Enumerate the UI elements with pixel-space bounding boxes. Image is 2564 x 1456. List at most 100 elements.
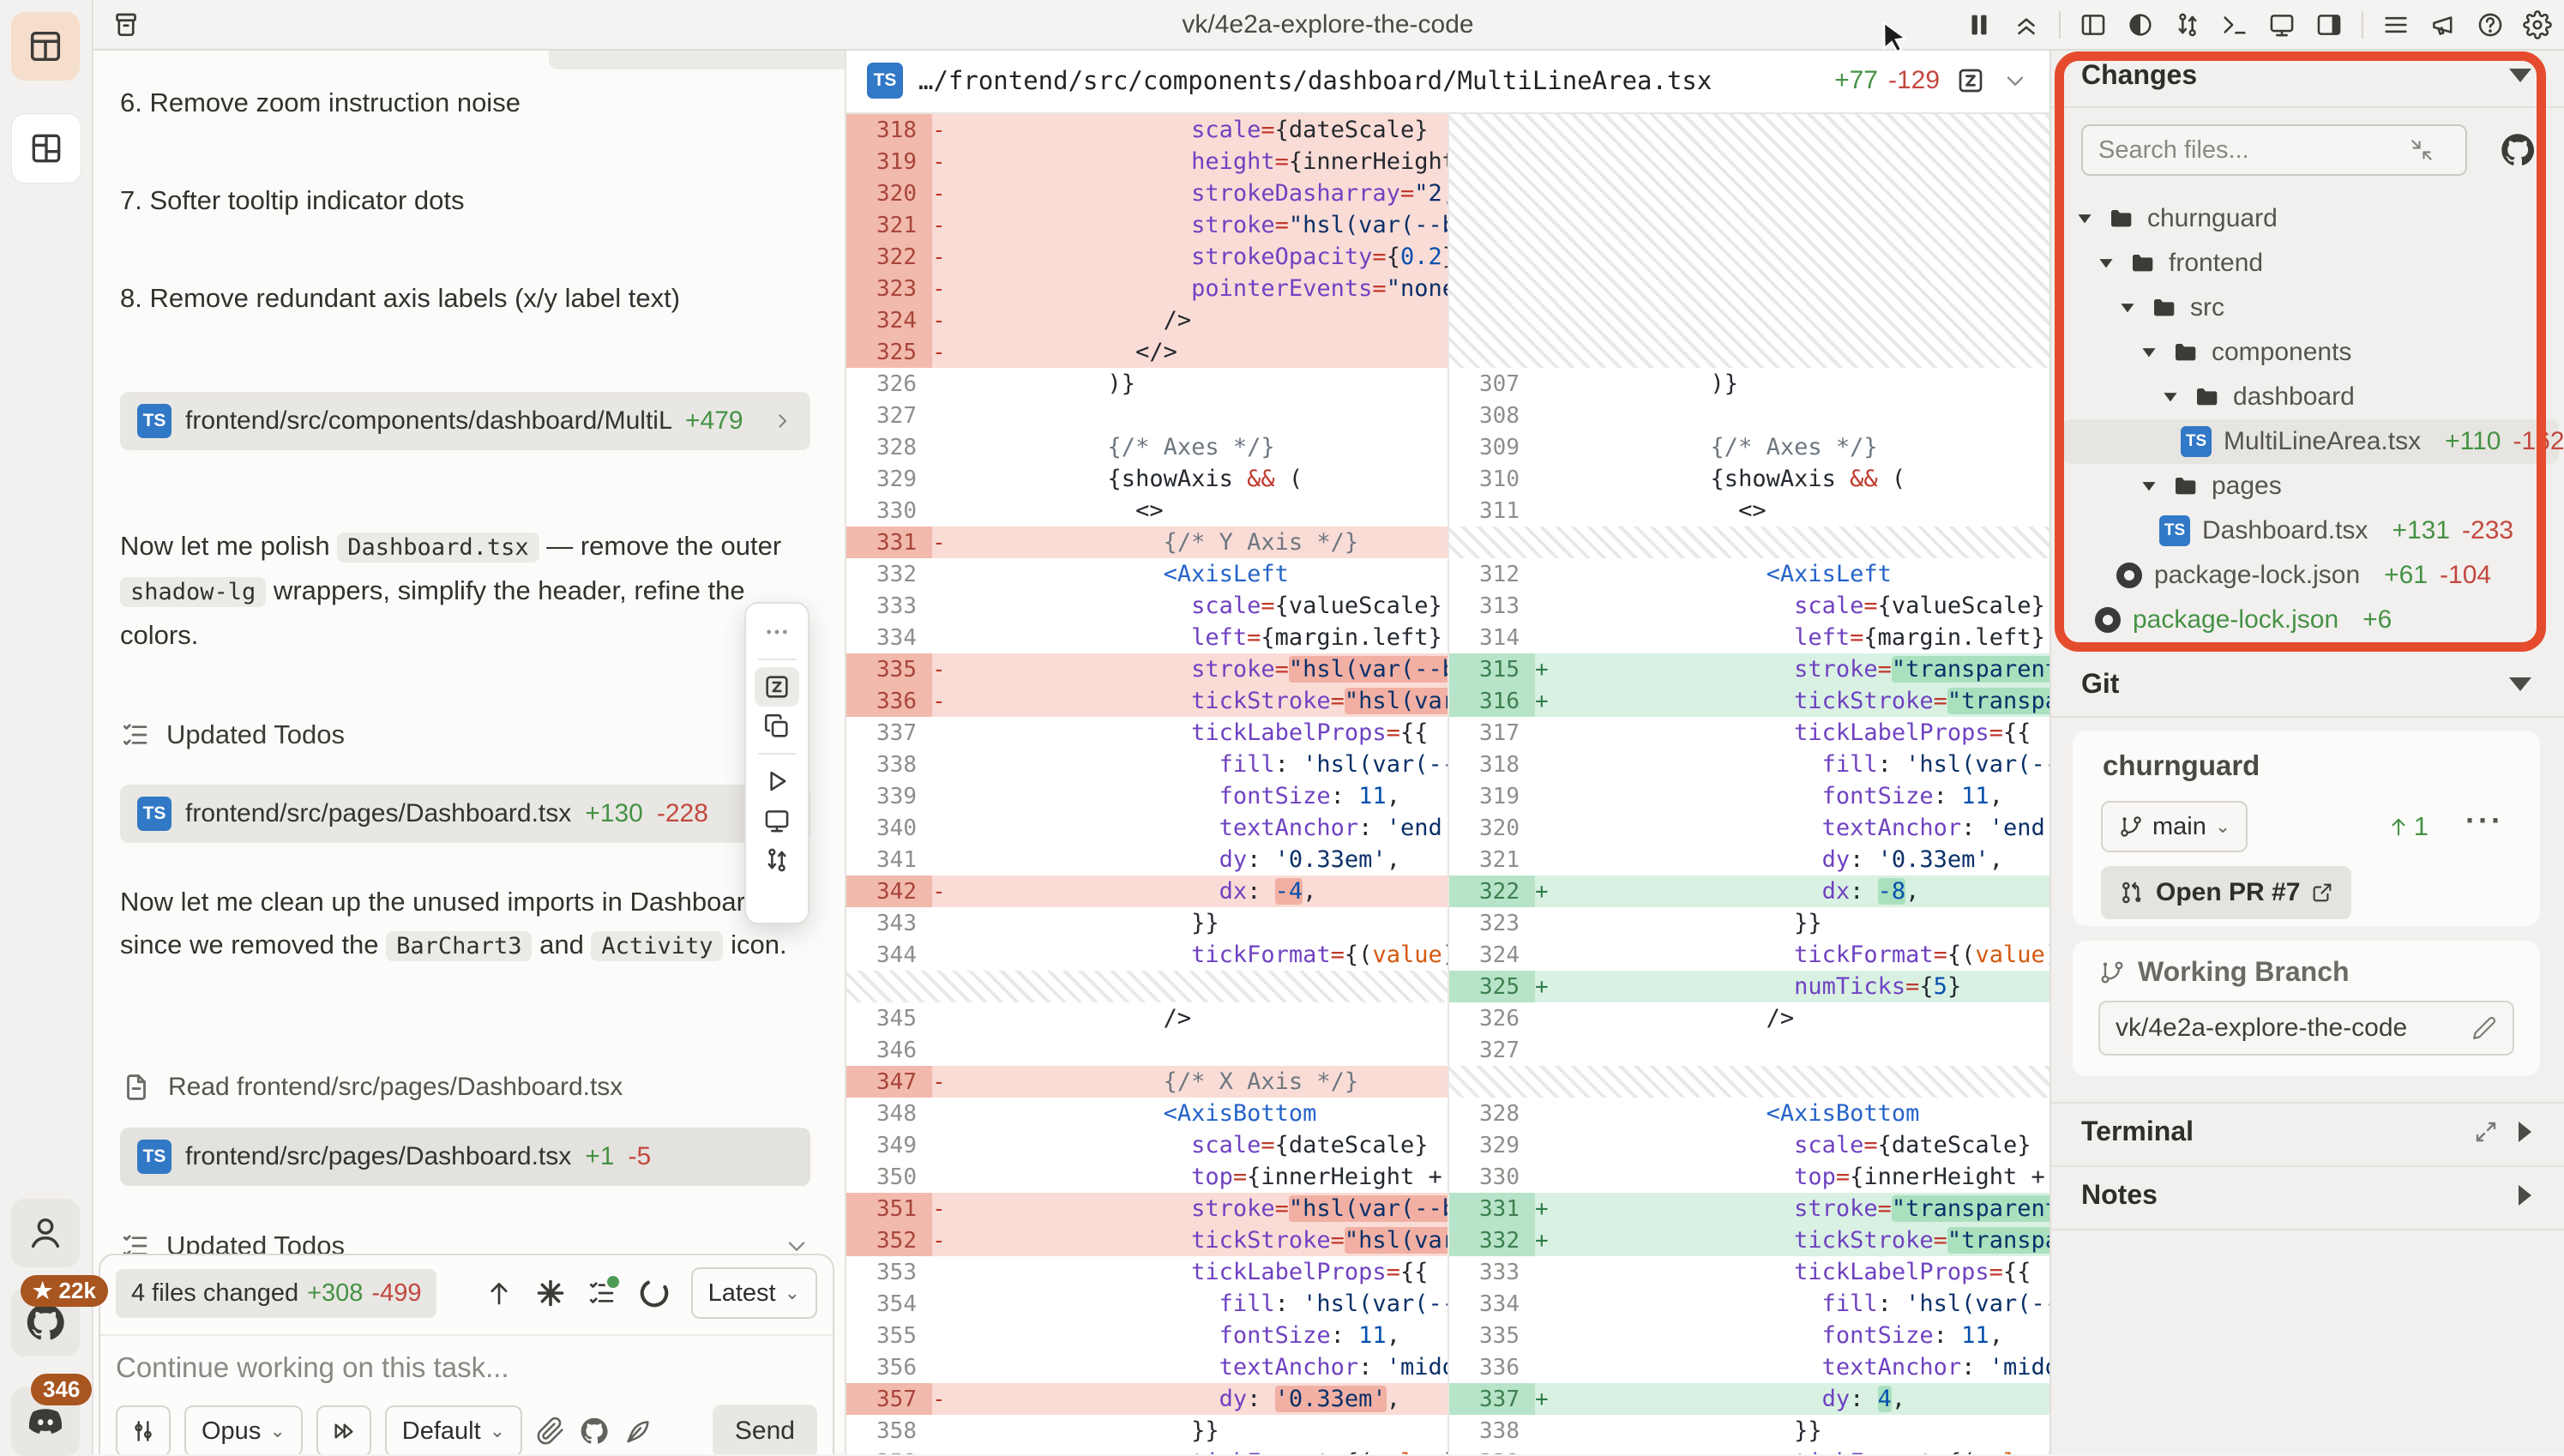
tree-label: frontend <box>2169 249 2263 278</box>
send-button[interactable]: Send <box>713 1405 817 1454</box>
composer-settings-button[interactable] <box>116 1405 171 1454</box>
toolbar-divider <box>2362 11 2363 39</box>
diff-rows[interactable]: 318- scale={dateScale}319- height={inner… <box>846 114 2049 1454</box>
diff-row: 358 }}338 }} <box>846 1415 2049 1447</box>
tree-folder-frontend[interactable]: frontend <box>2061 241 2559 286</box>
changes-section-header[interactable]: Changes <box>2081 59 2531 91</box>
compare-button[interactable] <box>755 840 799 880</box>
caret-down-icon <box>2095 252 2117 274</box>
caret-down-icon <box>2116 297 2139 319</box>
preview-button[interactable] <box>755 801 799 840</box>
version-dropdown[interactable]: Latest⌄ <box>691 1267 817 1319</box>
view-diff-button[interactable] <box>755 667 799 707</box>
tree-label: Dashboard.tsx <box>2202 516 2368 545</box>
file-search[interactable] <box>2081 124 2467 176</box>
tree-file-MultiLineArea.tsx[interactable]: TSMultiLineArea.tsx+110-162 <box>2061 419 2559 464</box>
mode-dropdown[interactable]: Default⌄ <box>385 1405 522 1454</box>
conversation-panel: 6. Remove zoom instruction noise 7. Soft… <box>92 49 846 1454</box>
star-icon: ★ <box>33 1278 52 1303</box>
model-dropdown[interactable]: Opus⌄ <box>184 1405 303 1454</box>
tree-label: package-lock.json <box>2154 561 2360 590</box>
diff-row: 331- {/* Y Axis */} <box>846 526 2049 558</box>
feedback-button[interactable] <box>2429 10 2458 39</box>
diff-row: 355 fontSize: 11,335 fontSize: 11, <box>846 1320 2049 1351</box>
working-branch-input[interactable]: vk/4e2a-explore-the-code <box>2098 1001 2514 1056</box>
diff-row: 320- strokeDasharray="2,4" <box>846 177 2049 209</box>
json-file-icon <box>2116 563 2142 588</box>
todos-button[interactable] <box>587 1278 617 1309</box>
tree-folder-pages[interactable]: pages <box>2061 464 2559 508</box>
diff-row: 339 fontSize: 11,319 fontSize: 11, <box>846 780 2049 812</box>
diff-row: 347- {/* X Axis */} <box>846 1066 2049 1098</box>
tree-folder-components[interactable]: components <box>2061 330 2559 375</box>
tree-folder-src[interactable]: src <box>2061 286 2559 330</box>
diff-row: 356 textAnchor: 'middle',336 textAnchor:… <box>846 1351 2049 1383</box>
composer: 4 files changed +308 -499 Latest⌄ Contin… <box>99 1254 834 1454</box>
collapse-all-button[interactable] <box>2012 10 2041 39</box>
fast-forward-button[interactable] <box>316 1405 371 1454</box>
message-input[interactable]: Continue working on this task... <box>116 1351 817 1384</box>
sparkle-icon[interactable] <box>535 1278 566 1309</box>
preview-button[interactable] <box>2267 10 2296 39</box>
workspace-active-button[interactable] <box>11 12 80 81</box>
search-input[interactable] <box>2097 135 2409 165</box>
scroll-to-top-button[interactable] <box>484 1278 515 1309</box>
caret-down-icon <box>2159 386 2182 408</box>
file-change-chip[interactable]: TS frontend/src/pages/Dashboard.tsx +130… <box>120 785 810 843</box>
workspace-button[interactable] <box>11 113 81 184</box>
help-button[interactable] <box>2476 10 2505 39</box>
person-icon <box>26 1213 65 1253</box>
git-section-header[interactable]: Git <box>2081 668 2531 700</box>
diff-row: 349 scale={dateScale}329 scale={dateScal… <box>846 1129 2049 1161</box>
more-actions-button[interactable] <box>755 612 799 652</box>
file-change-chip[interactable]: TS frontend/src/pages/Dashboard.tsx +1 -… <box>120 1128 810 1186</box>
read-file-row[interactable]: Read frontend/src/pages/Dashboard.tsx <box>120 1071 810 1104</box>
tree-folder-dashboard[interactable]: dashboard <box>2061 375 2559 419</box>
tree-folder-churnguard[interactable]: churnguard <box>2061 196 2559 241</box>
theme-toggle[interactable] <box>2126 10 2155 39</box>
tree-file-package-lock.json[interactable]: package-lock.json+6 <box>2061 598 2559 642</box>
account-button[interactable] <box>11 1199 80 1267</box>
pencil-icon[interactable] <box>2471 1015 2497 1041</box>
assistant-message: Now let me polish Dashboard.tsx — remove… <box>120 525 810 657</box>
ahead-count: 1 <box>2386 811 2429 842</box>
typescript-file-icon: TS <box>867 63 903 99</box>
tree-file-package-lock.json[interactable]: package-lock.json+61-104 <box>2061 553 2559 598</box>
file-change-chip[interactable]: TS frontend/src/components/dashboard/Mul… <box>120 392 810 450</box>
files-changed-chip[interactable]: 4 files changed +308 -499 <box>116 1269 436 1318</box>
kanban-icon <box>27 129 65 167</box>
expand-triangle-icon <box>2519 1122 2531 1142</box>
git-compare-button[interactable] <box>2173 10 2202 39</box>
attach-button[interactable] <box>536 1417 565 1446</box>
repo-more-button[interactable]: ··· <box>2465 803 2504 839</box>
quill-button[interactable] <box>623 1417 653 1446</box>
pause-button[interactable] <box>1965 10 1994 39</box>
notes-section-header[interactable]: Notes <box>2081 1179 2531 1211</box>
updated-todos-row[interactable]: Updated Todos <box>120 719 810 750</box>
settings-button[interactable] <box>2523 10 2552 39</box>
added-count: +6 <box>2362 605 2392 635</box>
diff-row: 340 textAnchor: 'end',320 textAnchor: 'e… <box>846 812 2049 844</box>
copy-button[interactable] <box>755 707 799 746</box>
chevron-down-icon[interactable] <box>2001 67 2029 94</box>
panel-left-toggle[interactable] <box>2079 10 2108 39</box>
run-button[interactable] <box>755 761 799 801</box>
arrow-up-icon <box>2386 815 2411 839</box>
menu-button[interactable] <box>2381 10 2411 39</box>
diff-row: 323- pointerEvents="none" <box>846 273 2049 304</box>
discord-icon <box>24 1400 67 1443</box>
repo-name: churnguard <box>2103 749 2260 782</box>
terminal-section-header[interactable]: Terminal <box>2081 1116 2531 1147</box>
branch-dropdown[interactable]: main⌄ <box>2101 801 2248 852</box>
github-context-button[interactable] <box>579 1416 610 1447</box>
diff-file-header[interactable]: TS …/frontend/src/components/dashboard/M… <box>846 49 2049 114</box>
tree-file-Dashboard.tsx[interactable]: TSDashboard.tsx+131-233 <box>2061 508 2559 553</box>
collapse-tree-icon[interactable] <box>2409 137 2435 163</box>
split-diff-icon[interactable] <box>1955 65 1986 96</box>
expand-icon[interactable] <box>2472 1118 2500 1146</box>
panel-right-toggle[interactable] <box>2314 10 2344 39</box>
removed-count: -233 <box>2462 516 2513 545</box>
github-icon[interactable] <box>2499 131 2537 169</box>
terminal-button[interactable] <box>2220 10 2249 39</box>
open-pr-button[interactable]: Open PR #7 <box>2101 866 2351 919</box>
